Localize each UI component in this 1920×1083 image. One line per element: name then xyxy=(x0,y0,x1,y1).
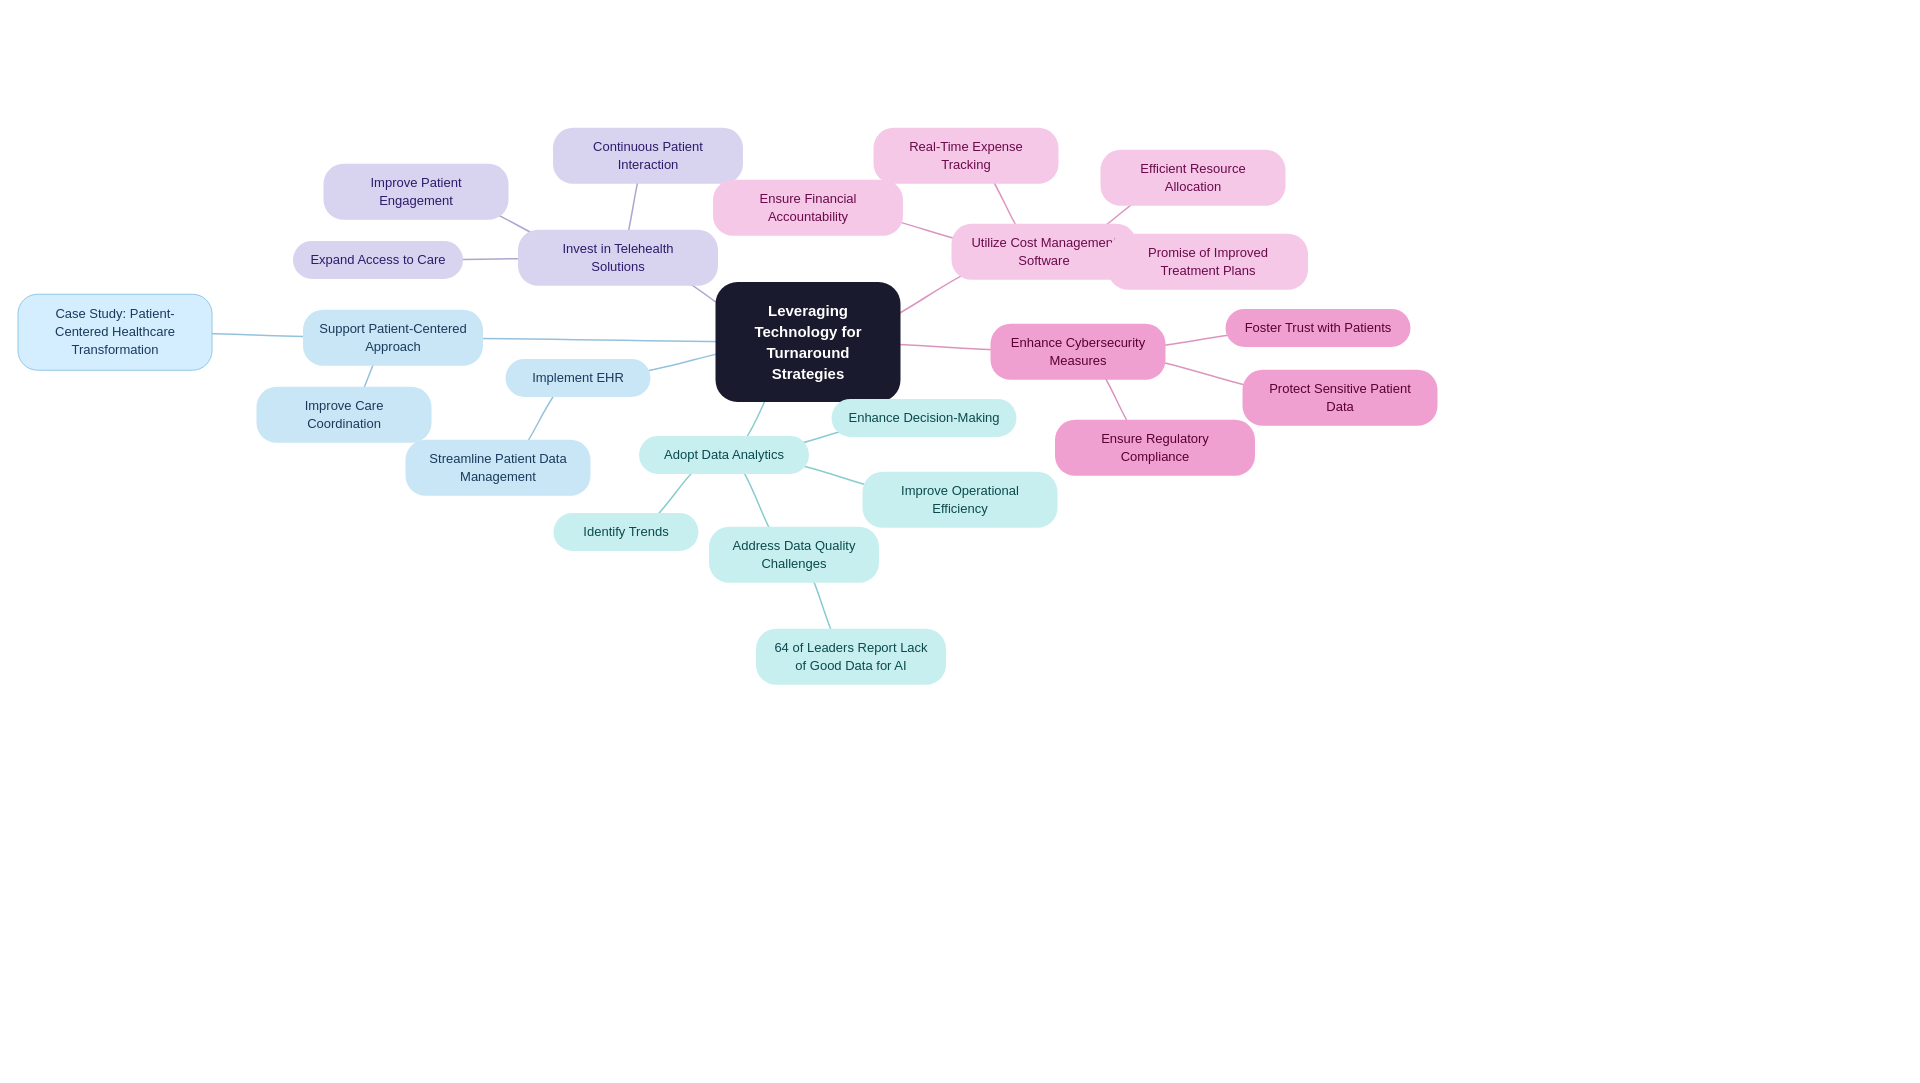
node-invest[interactable]: Invest in Telehealth Solutions xyxy=(518,230,718,286)
node-foster[interactable]: Foster Trust with Patients xyxy=(1226,309,1411,347)
node-expand[interactable]: Expand Access to Care xyxy=(293,241,463,279)
node-adopt[interactable]: Adopt Data Analytics xyxy=(639,436,809,474)
node-support[interactable]: Support Patient-Centered Approach xyxy=(303,310,483,366)
node-streamline[interactable]: Streamline Patient Data Management xyxy=(406,440,591,496)
node-ensure_fin[interactable]: Ensure Financial Accountability xyxy=(713,180,903,236)
node-efficient[interactable]: Efficient Resource Allocation xyxy=(1101,150,1286,206)
node-identify[interactable]: Identify Trends xyxy=(554,513,699,551)
node-improve_op[interactable]: Improve Operational Efficiency xyxy=(863,472,1058,528)
node-enhance_dm[interactable]: Enhance Decision-Making xyxy=(832,399,1017,437)
node-address[interactable]: Address Data Quality Challenges xyxy=(709,527,879,583)
node-improve_care[interactable]: Improve Care Coordination xyxy=(257,387,432,443)
node-protect[interactable]: Protect Sensitive Patient Data xyxy=(1243,370,1438,426)
node-improve_eng[interactable]: Improve Patient Engagement xyxy=(324,164,509,220)
node-leaders[interactable]: 64 of Leaders Report Lack of Good Data f… xyxy=(756,629,946,685)
center-node[interactable]: Leveraging Technology for Turnaround Str… xyxy=(716,282,901,402)
node-case_study[interactable]: Case Study: Patient-Centered Healthcare … xyxy=(18,294,213,371)
node-ensure_reg[interactable]: Ensure Regulatory Compliance xyxy=(1055,420,1255,476)
node-implement[interactable]: Implement EHR xyxy=(506,359,651,397)
node-continuous[interactable]: Continuous Patient Interaction xyxy=(553,128,743,184)
node-real_time[interactable]: Real-Time Expense Tracking xyxy=(874,128,1059,184)
mindmap-container: Leveraging Technology for Turnaround Str… xyxy=(0,0,1920,1083)
node-promise[interactable]: Promise of Improved Treatment Plans xyxy=(1108,234,1308,290)
node-enhance_cyber[interactable]: Enhance Cybersecurity Measures xyxy=(991,324,1166,380)
